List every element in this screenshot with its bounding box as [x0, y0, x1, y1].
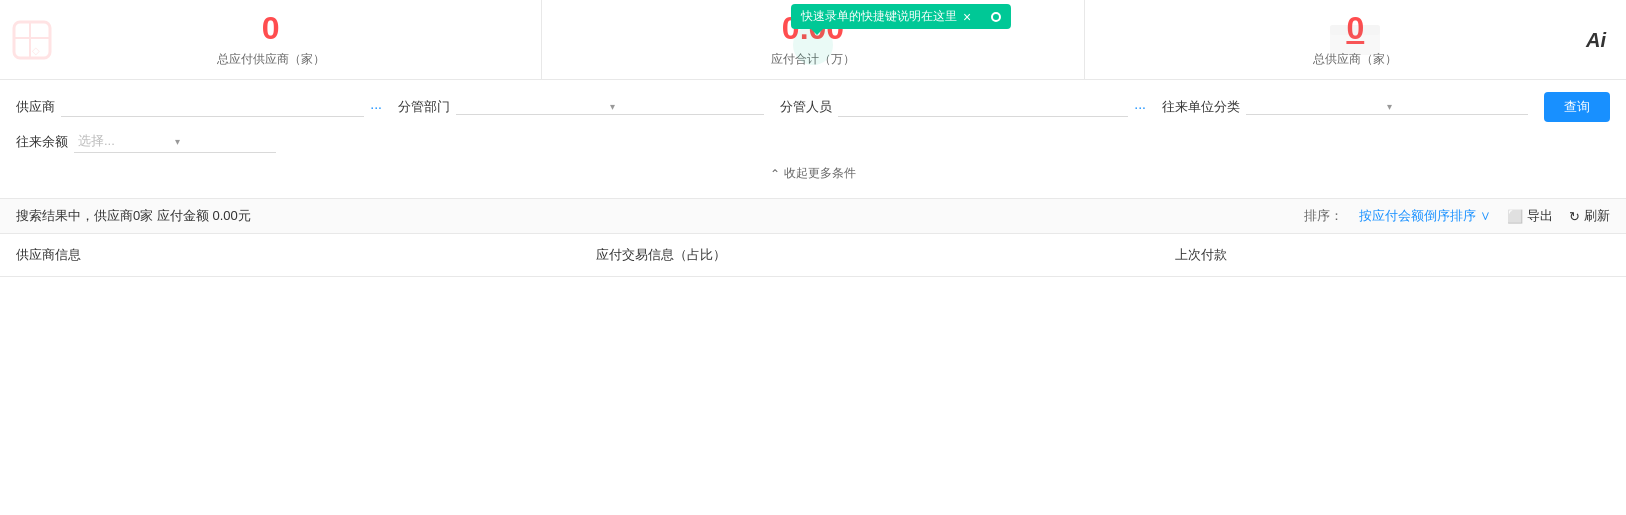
svg-text:◇: ◇ [32, 45, 40, 56]
department-filter: 分管部门 ▾ [398, 98, 764, 116]
logo-icon: ◇ [10, 18, 54, 62]
unit-class-filter: 往来单位分类 ▾ [1162, 98, 1528, 116]
department-select[interactable]: ▾ [456, 99, 764, 115]
col-supplier-header: 供应商信息 [16, 246, 596, 264]
sort-label: 排序： [1304, 207, 1343, 225]
person-label: 分管人员 [780, 98, 832, 116]
collapse-button[interactable]: ⌃ 收起更多条件 [770, 165, 856, 182]
content-area [0, 277, 1626, 515]
department-chevron: ▾ [610, 101, 760, 112]
tooltip-bubble: 快速录单的快捷键说明在这里 × [791, 4, 1011, 29]
stat-total-suppliers: 0 总供应商（家） Ai [1085, 0, 1626, 79]
collapse-arrow: ⌃ [770, 167, 780, 181]
search-button[interactable]: 查询 [1544, 92, 1610, 122]
supplier-input[interactable] [61, 97, 364, 117]
stat-payable-total: 快速录单的快捷键说明在这里 × ¥ 0.00 应付合计（万） [542, 0, 1084, 79]
result-actions: 排序： 按应付会额倒序排序 ∨ ⬜ 导出 ↻ 刷新 [1304, 207, 1610, 225]
balance-label: 往来余额 [16, 133, 68, 151]
col-payment-header: 上次付款 [1175, 246, 1610, 264]
refresh-label: 刷新 [1584, 207, 1610, 225]
person-input[interactable] [838, 97, 1128, 117]
unit-class-chevron: ▾ [1387, 101, 1524, 112]
payable-suppliers-label: 总应付供应商（家） [217, 51, 325, 68]
export-icon: ⬜ [1507, 209, 1523, 224]
svg-rect-8 [1330, 25, 1380, 35]
refresh-icon: ↻ [1569, 209, 1580, 224]
department-label: 分管部门 [398, 98, 450, 116]
refresh-button[interactable]: ↻ 刷新 [1569, 207, 1610, 225]
supplier-label: 供应商 [16, 98, 55, 116]
filter-bar: 供应商 ··· 分管部门 ▾ 分管人员 ··· 往来单位分类 ▾ [0, 80, 1626, 199]
collapse-row: ⌃ 收起更多条件 [16, 161, 1610, 190]
sort-value-btn[interactable]: 按应付会额倒序排序 ∨ [1359, 207, 1491, 225]
export-button[interactable]: ⬜ 导出 [1507, 207, 1553, 225]
supplier-filter: 供应商 ··· [16, 97, 382, 117]
filter-row-1: 供应商 ··· 分管部门 ▾ 分管人员 ··· 往来单位分类 ▾ [16, 92, 1610, 122]
balance-filter: 往来余额 选择... ▾ [16, 130, 276, 153]
stats-bar: ◇ 0 总应付供应商（家） 快速录单的快捷键说明在这里 × ¥ 0.00 应付合… [0, 0, 1626, 80]
unit-class-select[interactable]: ▾ [1246, 99, 1528, 115]
svg-text:¥: ¥ [804, 36, 814, 53]
result-bar: 搜索结果中，供应商0家 应付金额 0.00元 排序： 按应付会额倒序排序 ∨ ⬜… [0, 199, 1626, 234]
balance-chevron: ▾ [175, 136, 272, 147]
unit-class-label: 往来单位分类 [1162, 98, 1240, 116]
tooltip-text: 快速录单的快捷键说明在这里 [801, 8, 957, 25]
supplier-dots-btn[interactable]: ··· [370, 99, 382, 115]
box-icon [1325, 20, 1385, 60]
person-filter: 分管人员 ··· [780, 97, 1146, 117]
col-transaction-header: 应付交易信息（占比） [596, 246, 1176, 264]
collapse-label: 收起更多条件 [784, 165, 856, 182]
stat-payable-suppliers: ◇ 0 总应付供应商（家） [0, 0, 542, 79]
tooltip-dot [991, 12, 1001, 22]
export-label: 导出 [1527, 207, 1553, 225]
table-header: 供应商信息 应付交易信息（占比） 上次付款 [0, 234, 1626, 277]
ai-badge: Ai [1586, 28, 1606, 51]
balance-placeholder: 选择... [78, 132, 175, 150]
result-info-text: 搜索结果中，供应商0家 应付金额 0.00元 [16, 207, 251, 225]
balance-select[interactable]: 选择... ▾ [74, 130, 276, 153]
payable-suppliers-value: 0 [262, 11, 280, 46]
tooltip-close-btn[interactable]: × [963, 10, 971, 24]
person-dots-btn[interactable]: ··· [1134, 99, 1146, 115]
filter-row-2: 往来余额 选择... ▾ [16, 130, 1610, 153]
